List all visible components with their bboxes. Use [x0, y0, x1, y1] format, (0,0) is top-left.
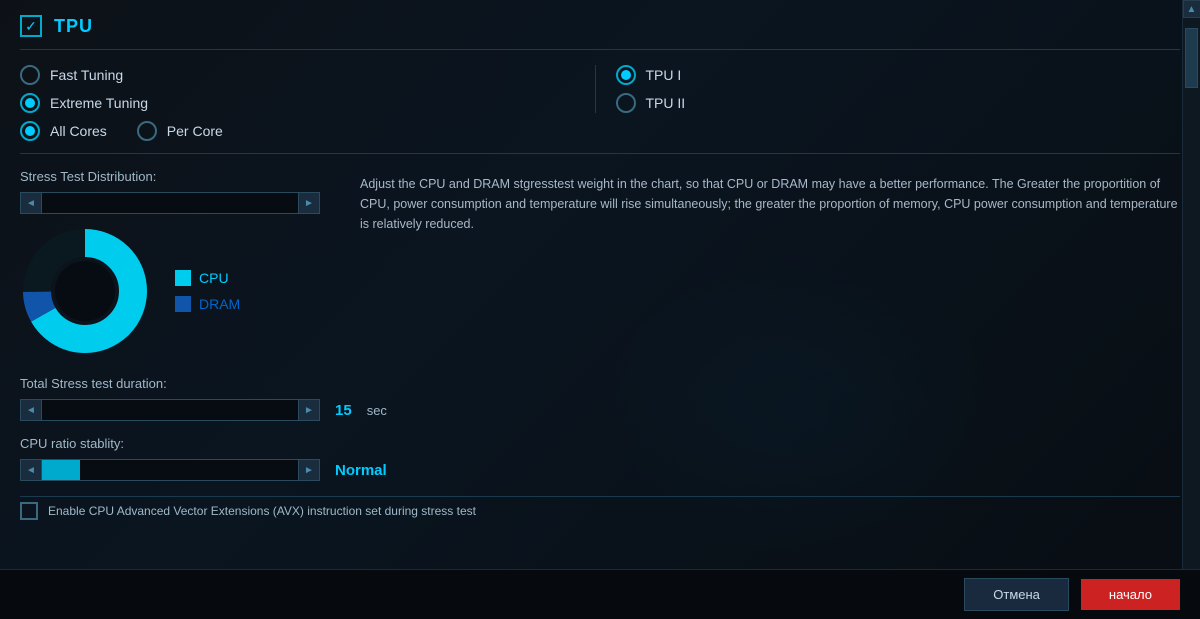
stress-test-area: Stress Test Distribution: ◄ ►: [20, 169, 1180, 356]
duration-slider-right[interactable]: ►: [298, 399, 320, 421]
duration-unit: sec: [367, 403, 387, 418]
duration-label: Total Stress test duration:: [20, 376, 1180, 391]
duration-slider[interactable]: ◄ ►: [20, 399, 320, 421]
arrow-left-icon-2: ◄: [26, 405, 36, 416]
all-cores-label: All Cores: [50, 123, 107, 139]
scroll-track[interactable]: [1183, 18, 1200, 601]
all-cores-radio-fill: [25, 126, 35, 136]
ratio-slider-fill: [42, 460, 80, 480]
tuning-left-col: Fast Tuning Extreme Tuning: [20, 65, 596, 113]
ratio-section: CPU ratio stablity: ◄ ► Normal: [20, 436, 1180, 481]
chart-area: CPU DRAM: [20, 226, 340, 356]
per-core-option[interactable]: Per Core: [137, 121, 223, 141]
ratio-value: Normal: [335, 462, 387, 479]
tpu-ii-radio[interactable]: [616, 93, 636, 113]
cpu-legend-label: CPU: [199, 270, 229, 286]
arrow-left-icon: ◄: [26, 198, 36, 209]
ratio-label: CPU ratio stablity:: [20, 436, 1180, 451]
tpu-i-radio-fill: [621, 70, 631, 80]
cpu-legend-color: [175, 270, 191, 286]
avx-checkbox[interactable]: [20, 502, 38, 520]
tpu-checkbox[interactable]: ✓: [20, 15, 42, 37]
main-window: ✓ TPU Fast Tuning Extreme Tuning: [0, 0, 1200, 619]
dram-legend-item: DRAM: [175, 296, 240, 312]
scroll-up-arrow[interactable]: ▲: [1183, 0, 1200, 18]
tuning-right-col: TPU I TPU II: [596, 65, 1181, 113]
slider-right-arrow[interactable]: ►: [298, 192, 320, 214]
donut-chart: [20, 226, 150, 356]
extreme-tuning-radio[interactable]: [20, 93, 40, 113]
tpu-ii-option[interactable]: TPU II: [616, 93, 1181, 113]
all-cores-radio[interactable]: [20, 121, 40, 141]
stress-slider[interactable]: ◄ ►: [20, 192, 320, 214]
tpu-i-radio[interactable]: [616, 65, 636, 85]
ratio-row: ◄ ► Normal: [20, 459, 1180, 481]
stress-test-label: Stress Test Distribution:: [20, 169, 340, 184]
all-cores-option[interactable]: All Cores: [20, 121, 107, 141]
extreme-tuning-label: Extreme Tuning: [50, 95, 148, 111]
duration-row: ◄ ► 15 sec: [20, 399, 1180, 421]
fast-tuning-label: Fast Tuning: [50, 67, 123, 83]
arrow-up-icon: ▲: [1187, 4, 1197, 15]
tpu-i-label: TPU I: [646, 67, 682, 83]
stress-left: Stress Test Distribution: ◄ ►: [20, 169, 340, 356]
avx-checkbox-row[interactable]: Enable CPU Advanced Vector Extensions (A…: [20, 496, 1180, 520]
chart-legend: CPU DRAM: [175, 270, 240, 312]
dram-legend-label: DRAM: [199, 296, 240, 312]
bottom-bar: Отмена начало: [0, 569, 1200, 619]
start-button[interactable]: начало: [1081, 579, 1180, 610]
arrow-left-icon-3: ◄: [26, 465, 36, 476]
stress-description: Adjust the CPU and DRAM stgresstest weig…: [360, 174, 1180, 234]
duration-value: 15: [335, 402, 352, 419]
arrow-right-icon: ►: [304, 198, 314, 209]
stress-right: Adjust the CPU and DRAM stgresstest weig…: [360, 169, 1180, 356]
check-icon: ✓: [25, 18, 37, 35]
duration-slider-track: [42, 399, 298, 421]
tpu-i-option[interactable]: TPU I: [616, 65, 1181, 85]
ratio-slider[interactable]: ◄ ►: [20, 459, 320, 481]
page-title: TPU: [54, 16, 93, 37]
extreme-tuning-option[interactable]: Extreme Tuning: [20, 93, 585, 113]
cpu-legend-item: CPU: [175, 270, 240, 286]
extreme-tuning-radio-fill: [25, 98, 35, 108]
tpu-header: ✓ TPU: [20, 15, 1180, 50]
tuning-options-row: Fast Tuning Extreme Tuning TPU I: [20, 65, 1180, 113]
dram-legend-color: [175, 296, 191, 312]
arrow-right-icon-3: ►: [304, 465, 314, 476]
scroll-thumb[interactable]: [1185, 28, 1198, 88]
scrollbar[interactable]: ▲ ▼: [1182, 0, 1200, 619]
ratio-slider-left[interactable]: ◄: [20, 459, 42, 481]
cancel-button[interactable]: Отмена: [964, 578, 1069, 611]
slider-track: [42, 192, 298, 214]
per-core-radio[interactable]: [137, 121, 157, 141]
arrow-right-icon-2: ►: [304, 405, 314, 416]
fast-tuning-radio[interactable]: [20, 65, 40, 85]
tpu-ii-label: TPU II: [646, 95, 686, 111]
slider-left-arrow[interactable]: ◄: [20, 192, 42, 214]
avx-label: Enable CPU Advanced Vector Extensions (A…: [48, 504, 476, 518]
ratio-slider-right[interactable]: ►: [298, 459, 320, 481]
fast-tuning-option[interactable]: Fast Tuning: [20, 65, 585, 85]
content-area: ✓ TPU Fast Tuning Extreme Tuning: [0, 0, 1200, 619]
cores-row: All Cores Per Core: [20, 121, 1180, 154]
duration-section: Total Stress test duration: ◄ ► 15 sec: [20, 376, 1180, 421]
duration-slider-left[interactable]: ◄: [20, 399, 42, 421]
ratio-slider-track: [42, 459, 298, 481]
per-core-label: Per Core: [167, 123, 223, 139]
